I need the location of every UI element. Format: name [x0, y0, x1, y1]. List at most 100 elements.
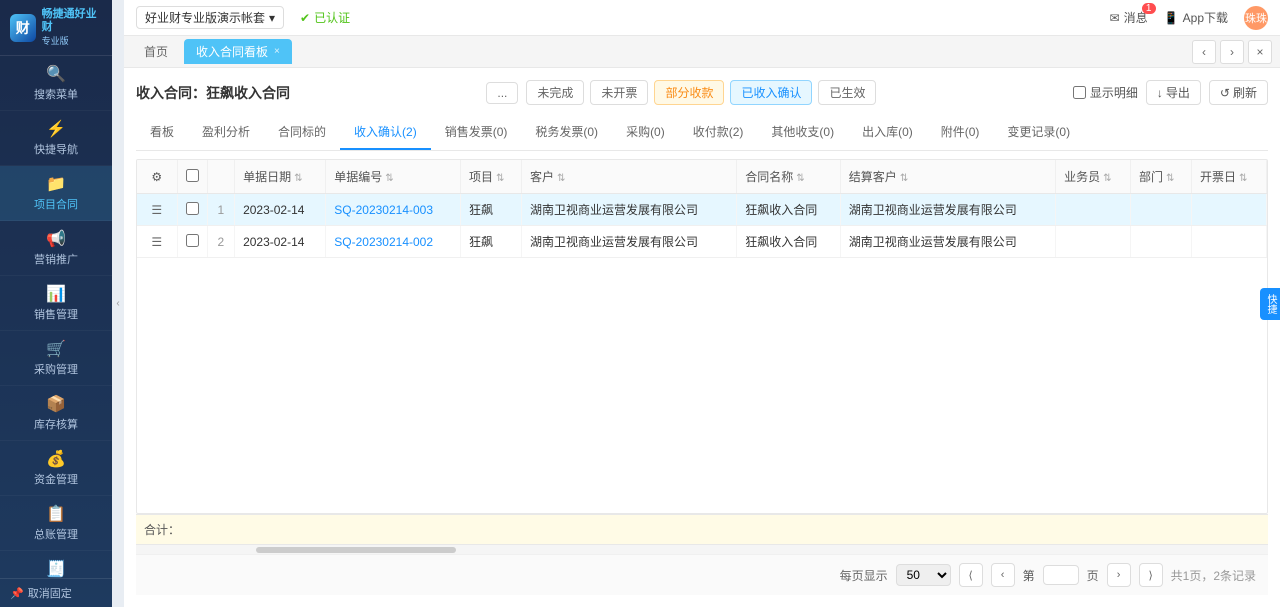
- hscroll-thumb[interactable]: [256, 547, 456, 553]
- status-btn-1[interactable]: 未开票: [590, 80, 648, 105]
- nav-prev-btn[interactable]: ‹: [1192, 40, 1216, 64]
- sort-icon-salesperson: ⇅: [1103, 173, 1111, 184]
- sidebar-item-0[interactable]: 🔍搜索菜单: [0, 56, 112, 111]
- sidebar-toggle[interactable]: ‹: [112, 0, 124, 607]
- show-detail-toggle[interactable]: 显示明细: [1073, 84, 1138, 101]
- contract-tab[interactable]: 收入合同看板 ×: [184, 39, 292, 64]
- quick-action-btn[interactable]: 快捷: [1260, 288, 1280, 320]
- nav-next-btn[interactable]: ›: [1220, 40, 1244, 64]
- status-btn-2[interactable]: 部分收款: [654, 80, 724, 105]
- sidebar-item-7[interactable]: 💰资金管理: [0, 441, 112, 496]
- pin-icon: 📌: [10, 587, 24, 600]
- col-header-department[interactable]: 部门⇅: [1131, 160, 1192, 194]
- nav-tab-9[interactable]: 出入库(0): [848, 115, 927, 150]
- nav-tab-5[interactable]: 税务发票(0): [521, 115, 612, 150]
- quick-action-panel: 快捷: [1260, 288, 1280, 320]
- nav-tab-10[interactable]: 附件(0): [927, 115, 994, 150]
- prev-page-btn[interactable]: ‹: [991, 563, 1015, 587]
- sidebar-item-9[interactable]: 🧾发票管理: [0, 551, 112, 578]
- nav-tab-4[interactable]: 销售发票(0): [431, 115, 522, 150]
- sidebar: 财 畅捷通好业财 专业版 🔍搜索菜单⚡快捷导航📁项目合同📢营销推广📊销售管理🛒采…: [0, 0, 112, 607]
- company-selector[interactable]: 好业财专业版演示帐套 ▾: [136, 6, 284, 29]
- first-page-btn[interactable]: ⟨: [959, 563, 983, 587]
- sort-icon-open_date: ⇅: [1239, 173, 1247, 184]
- logo-icon: 财: [10, 14, 36, 42]
- sidebar-item-2[interactable]: 📁项目合同: [0, 166, 112, 221]
- cell-num-0: 1: [207, 194, 235, 226]
- col-header-order_no[interactable]: 单据编号⇅: [326, 160, 461, 194]
- nav-tab-11[interactable]: 变更记录(0): [993, 115, 1084, 150]
- row-checkbox-1[interactable]: [186, 234, 199, 247]
- row-menu-icon[interactable]: ☰: [151, 203, 162, 217]
- show-detail-checkbox[interactable]: [1073, 86, 1086, 99]
- status-btn-3[interactable]: 已收入确认: [730, 80, 812, 105]
- nav-tab-7[interactable]: 收付款(2): [679, 115, 758, 150]
- message-btn[interactable]: ✉ 消息 1: [1110, 9, 1148, 26]
- main-area: 好业财专业版演示帐套 ▾ ✔ 已认证 ✉ 消息 1 📱 App下载 珠珠: [124, 0, 1280, 607]
- horizontal-scrollbar[interactable]: [136, 544, 1268, 554]
- sidebar-item-8[interactable]: 📋 总账管理: [0, 496, 112, 551]
- sidebar-icon-8: 📋: [46, 504, 66, 524]
- settings-icon[interactable]: ⚙: [151, 170, 162, 184]
- col-header-contract[interactable]: 合同名称⇅: [737, 160, 841, 194]
- cell-closing_customer-0: 湖南卫视商业运营发展有限公司: [840, 194, 1055, 226]
- export-btn[interactable]: ↓ 导出: [1146, 80, 1201, 105]
- cell-check-1: [177, 226, 207, 258]
- per-page-select[interactable]: 50 100 200: [896, 564, 951, 586]
- nav-tab-8[interactable]: 其他收支(0): [757, 115, 848, 150]
- sort-icon-order_no: ⇅: [385, 173, 393, 184]
- close-tab-icon[interactable]: ×: [274, 46, 280, 57]
- contract-tab-label: 收入合同看板: [196, 43, 268, 60]
- col-header-customer[interactable]: 客户⇅: [521, 160, 736, 194]
- topbar: 好业财专业版演示帐套 ▾ ✔ 已认证 ✉ 消息 1 📱 App下载 珠珠: [124, 0, 1280, 36]
- sidebar-item-6[interactable]: 📦库存核算: [0, 386, 112, 441]
- table-row: ☰22023-02-14SQ-20230214-002狂飙湖南卫视商业运营发展有…: [137, 226, 1267, 258]
- table-body: ☰12023-02-14SQ-20230214-003狂飙湖南卫视商业运营发展有…: [137, 194, 1267, 258]
- tabbar-actions: ‹ › ×: [1192, 40, 1272, 64]
- sidebar-item-4[interactable]: 📊 销售管理: [0, 276, 112, 331]
- nav-tab-6[interactable]: 采购(0): [612, 115, 679, 150]
- sidebar-label-6: 库存核算: [34, 416, 78, 432]
- sort-icon-department: ⇅: [1166, 173, 1174, 184]
- close-tab-btn[interactable]: ×: [1248, 40, 1272, 64]
- more-btn[interactable]: ...: [486, 82, 518, 104]
- sidebar-item-3[interactable]: 📢营销推广: [0, 221, 112, 276]
- cell-salesperson-1: [1056, 226, 1131, 258]
- page-title-prefix: 收入合同：: [136, 85, 206, 101]
- page-number-input[interactable]: 1: [1043, 565, 1079, 585]
- sidebar-label-8: 总账管理: [34, 526, 78, 542]
- sidebar-label-7: 资金管理: [34, 471, 78, 487]
- col-header-closing_customer[interactable]: 结算客户⇅: [840, 160, 1055, 194]
- nav-tab-0[interactable]: 看板: [136, 115, 188, 150]
- home-tab[interactable]: 首页: [132, 39, 180, 64]
- sidebar-item-5[interactable]: 🛒采购管理: [0, 331, 112, 386]
- cell-order_no-0: SQ-20230214-003: [326, 194, 461, 226]
- col-header-open_date[interactable]: 开票日⇅: [1191, 160, 1266, 194]
- next-page-btn[interactable]: ›: [1107, 563, 1131, 587]
- col-header-date[interactable]: 单据日期⇅: [235, 160, 326, 194]
- page-title: 收入合同：狂飙收入合同: [136, 83, 290, 103]
- status-btn-0[interactable]: 未完成: [526, 80, 584, 105]
- order-link-1[interactable]: SQ-20230214-002: [334, 235, 433, 249]
- app-download-btn[interactable]: 📱 App下载: [1164, 9, 1228, 26]
- nav-tab-3[interactable]: 收入确认(2): [340, 115, 431, 150]
- sidebar-bottom-btn[interactable]: 📌 取消固定: [0, 578, 112, 607]
- last-page-btn[interactable]: ⟩: [1139, 563, 1163, 587]
- sidebar-label-4: 销售管理: [34, 306, 78, 322]
- col-header-salesperson[interactable]: 业务员⇅: [1056, 160, 1131, 194]
- sidebar-item-1[interactable]: ⚡快捷导航: [0, 111, 112, 166]
- status-btn-4[interactable]: 已生效: [818, 80, 876, 105]
- nav-tab-2[interactable]: 合同标的: [264, 115, 340, 150]
- table-footer: 合计：: [136, 514, 1268, 544]
- select-all-checkbox[interactable]: [186, 169, 199, 182]
- sidebar-icon-4: 📊: [46, 284, 66, 304]
- export-label: 导出: [1166, 84, 1190, 101]
- col-header-project[interactable]: 项目⇅: [460, 160, 521, 194]
- row-checkbox-0[interactable]: [186, 202, 199, 215]
- certified-label: 已认证: [314, 9, 350, 26]
- user-menu[interactable]: 珠珠: [1244, 6, 1268, 30]
- row-menu-icon[interactable]: ☰: [151, 235, 162, 249]
- nav-tab-1[interactable]: 盈利分析: [188, 115, 264, 150]
- refresh-btn[interactable]: ↺ 刷新: [1209, 80, 1268, 105]
- order-link-0[interactable]: SQ-20230214-003: [334, 203, 433, 217]
